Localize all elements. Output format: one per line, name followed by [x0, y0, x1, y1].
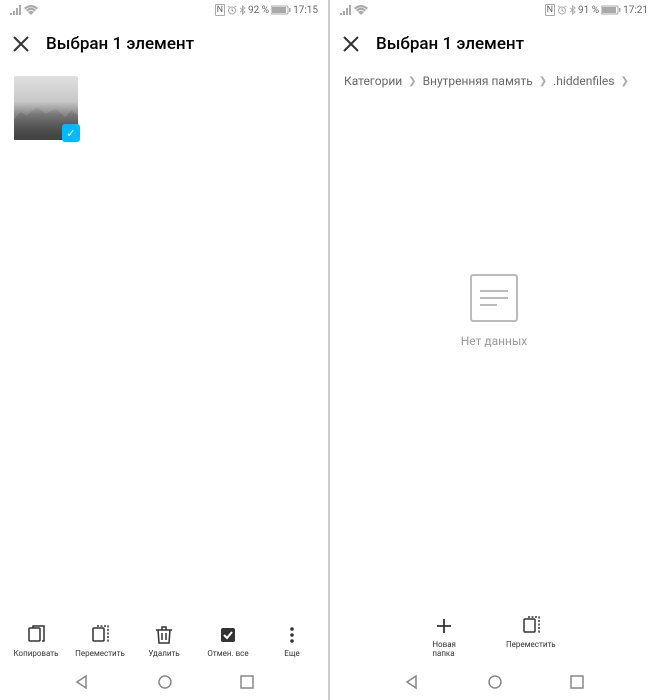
battery-icon	[271, 5, 291, 15]
copy-label: Копировать	[14, 649, 59, 658]
close-icon[interactable]	[12, 35, 30, 53]
nfc-icon: N	[545, 4, 555, 16]
back-button[interactable]	[404, 674, 420, 690]
home-button[interactable]	[157, 674, 173, 690]
close-icon[interactable]	[342, 35, 360, 53]
trash-icon	[153, 624, 175, 646]
header: Выбран 1 элемент	[330, 20, 658, 68]
breadcrumb-internal[interactable]: Внутренняя память	[423, 74, 533, 88]
wifi-icon	[24, 5, 38, 15]
bluetooth-icon	[569, 5, 576, 15]
more-label: Еще	[284, 649, 299, 658]
empty-text: Нет данных	[461, 334, 528, 348]
empty-state: Нет данных	[344, 102, 644, 599]
plus-icon	[433, 615, 455, 637]
move-icon	[89, 624, 111, 646]
bluetooth-icon	[239, 5, 246, 15]
home-button[interactable]	[487, 674, 503, 690]
status-bar: N 92 % 17:15	[0, 0, 328, 20]
content-area: ✓	[0, 68, 328, 616]
content-area: Нет данных	[330, 94, 658, 607]
copy-icon	[25, 624, 47, 646]
chevron-right-icon: ❯	[408, 76, 416, 87]
chevron-right-icon: ❯	[539, 76, 547, 87]
move-label: Переместить	[506, 640, 556, 649]
status-bar: N 91 % 17:21	[330, 0, 658, 20]
more-button[interactable]: Еще	[260, 624, 324, 658]
chevron-right-icon: ❯	[620, 76, 628, 87]
empty-document-icon	[470, 274, 518, 322]
phone-right: N 91 % 17:21 Выбран 1 элемент Категории …	[330, 0, 658, 700]
header-title: Выбран 1 элемент	[376, 34, 524, 54]
more-icon	[281, 624, 303, 646]
move-button[interactable]: Переместить	[68, 624, 132, 658]
move-label: Переместить	[75, 649, 125, 658]
battery-percent: 91 %	[578, 5, 599, 16]
signal-icon	[10, 5, 22, 15]
breadcrumb-categories[interactable]: Категории	[344, 74, 402, 88]
copy-button[interactable]: Копировать	[4, 624, 68, 658]
battery-icon	[601, 5, 621, 15]
deselect-all-button[interactable]: Отмен. все	[196, 624, 260, 658]
delete-button[interactable]: Удалить	[132, 624, 196, 658]
alarm-icon	[557, 5, 567, 15]
back-button[interactable]	[74, 674, 90, 690]
header-title: Выбран 1 элемент	[46, 34, 194, 54]
wifi-icon	[354, 5, 368, 15]
bottom-toolbar: Копировать Переместить Удалить Отмен. вс…	[0, 616, 328, 664]
deselect-label: Отмен. все	[207, 649, 248, 658]
nfc-icon: N	[215, 4, 225, 16]
breadcrumb-hidden[interactable]: .hiddenfiles	[553, 74, 614, 88]
checkmark-icon[interactable]: ✓	[62, 124, 80, 142]
file-thumbnail[interactable]: ✓	[14, 76, 78, 140]
bottom-toolbar: Новая папка Переместить	[330, 607, 658, 664]
nav-bar	[330, 664, 658, 700]
battery-percent: 92 %	[248, 5, 269, 16]
phone-left: N 92 % 17:15 Выбран 1 элемент ✓	[0, 0, 328, 700]
signal-icon	[340, 5, 352, 15]
recent-button[interactable]	[570, 675, 584, 689]
new-folder-label: Новая папка	[432, 640, 456, 658]
move-button[interactable]: Переместить	[506, 615, 556, 658]
alarm-icon	[227, 5, 237, 15]
clock-time: 17:21	[623, 5, 648, 16]
recent-button[interactable]	[240, 675, 254, 689]
clock-time: 17:15	[293, 5, 318, 16]
deselect-icon	[217, 624, 239, 646]
new-folder-button[interactable]: Новая папка	[432, 615, 456, 658]
delete-label: Удалить	[148, 649, 179, 658]
breadcrumb: Категории ❯ Внутренняя память ❯ .hiddenf…	[330, 68, 658, 94]
header: Выбран 1 элемент	[0, 20, 328, 68]
move-icon	[520, 615, 542, 637]
nav-bar	[0, 664, 328, 700]
